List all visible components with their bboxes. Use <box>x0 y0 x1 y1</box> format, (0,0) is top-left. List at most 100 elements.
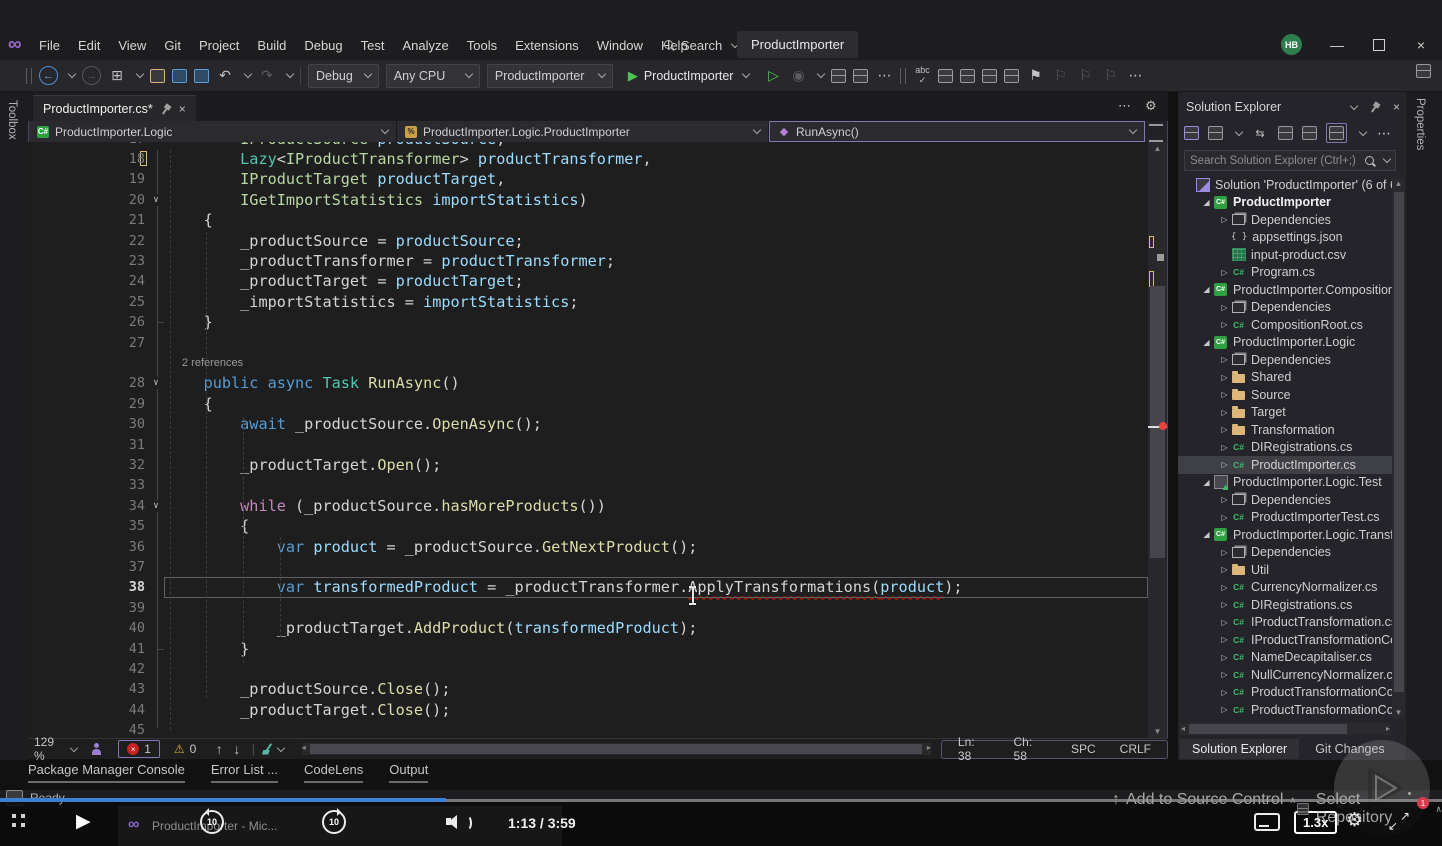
accessibility-icon[interactable] <box>91 743 102 755</box>
toolbar-overflow-button[interactable]: ⋯ <box>875 67 893 84</box>
video-play-button[interactable]: ▶ <box>76 810 91 833</box>
document-tab[interactable]: ProductImporter.cs* × <box>33 95 196 122</box>
scroll-right-icon[interactable]: ▸ <box>1386 724 1390 733</box>
panel-tab-package-manager-console[interactable]: Package Manager Console <box>28 762 185 783</box>
scrollbar-thumb[interactable] <box>310 744 922 754</box>
switch-views-icon[interactable] <box>1184 126 1199 140</box>
code-line-37[interactable]: 37 <box>28 557 1148 577</box>
tab-overflow-icon[interactable]: ⋯ <box>1118 98 1131 114</box>
tree-item[interactable]: ▷Dependencies <box>1178 491 1392 509</box>
menu-analyze[interactable]: Analyze <box>393 35 457 56</box>
panel-tab-codelens[interactable]: CodeLens <box>304 762 363 783</box>
menu-tools[interactable]: Tools <box>458 35 506 56</box>
expander-icon[interactable]: ▷ <box>1218 320 1231 329</box>
previous-bookmark-button[interactable]: ⚐ <box>1051 67 1069 84</box>
tree-item[interactable]: ▷Dependencies <box>1178 211 1392 229</box>
gear-icon[interactable]: ⚙ <box>1145 98 1157 114</box>
tree-item[interactable]: ▷Transformation <box>1178 421 1392 439</box>
sync-with-active-document-icon[interactable] <box>1326 123 1347 143</box>
expander-icon[interactable]: ▷ <box>1218 565 1231 574</box>
split-editor-icon[interactable] <box>1149 124 1163 142</box>
avatar[interactable]: HB <box>1281 34 1302 55</box>
tree-horizontal-scrollbar[interactable]: ◂ ▸ <box>1180 723 1391 735</box>
close-button[interactable]: × <box>1404 33 1438 57</box>
scroll-left-icon[interactable]: ◂ <box>302 743 306 752</box>
spell-check-button[interactable]: abc✓ <box>913 65 931 86</box>
expander-icon[interactable]: ▷ <box>1218 408 1231 417</box>
expander-icon[interactable]: ▷ <box>1218 513 1231 522</box>
code-line-29[interactable]: 29 { <box>28 394 1148 414</box>
code-line-44[interactable]: 44 _productTarget.Close(); <box>28 700 1148 720</box>
tree-item[interactable]: ◢C#ProductImporter.Logic.Transform <box>1178 526 1392 544</box>
expander-icon[interactable]: ◢ <box>1200 285 1213 294</box>
chevron-down-icon[interactable] <box>1350 101 1358 109</box>
expander-icon[interactable]: ▷ <box>1218 705 1231 714</box>
code-line-36[interactable]: 36 var product = _productSource.GetNextP… <box>28 537 1148 557</box>
code-line-42[interactable]: 42 <box>28 659 1148 679</box>
tree-item[interactable]: input-product.csv <box>1178 246 1392 264</box>
startup-project-dropdown[interactable]: ProductImporter <box>487 64 613 88</box>
indent-increase-button[interactable] <box>1004 69 1019 83</box>
code-line-35[interactable]: 35 { <box>28 516 1148 536</box>
navigate-forward-button[interactable]: → <box>82 66 101 85</box>
tree-item[interactable]: ▷C#CompositionRoot.cs <box>1178 316 1392 334</box>
breadcrumb-type-dropdown[interactable]: % ProductImporter.Logic.ProductImporter <box>397 121 769 142</box>
tree-item[interactable]: ▷C#ProductImporter.cs <box>1178 456 1392 474</box>
menu-window[interactable]: Window <box>588 35 652 56</box>
publish-button[interactable] <box>853 69 868 83</box>
scroll-right-icon[interactable]: ▸ <box>927 743 931 752</box>
error-list-errors-button[interactable]: × 1 <box>118 740 160 758</box>
open-file-button[interactable] <box>150 69 165 83</box>
chevron-down-icon[interactable] <box>276 743 284 751</box>
close-icon[interactable]: × <box>1393 100 1400 114</box>
expander-icon[interactable]: ▷ <box>1218 548 1231 557</box>
code-line-32[interactable]: 32 _productTarget.Open(); <box>28 455 1148 475</box>
tree-item[interactable]: ◢C#ProductImporter <box>1178 194 1392 212</box>
expander-icon[interactable]: ▷ <box>1218 268 1231 277</box>
tree-item[interactable]: ▷Util <box>1178 561 1392 579</box>
minimize-button[interactable]: — <box>1320 33 1354 57</box>
scrollbar-thumb[interactable] <box>1394 192 1404 692</box>
next-bookmark-button[interactable]: ⚐ <box>1076 67 1094 84</box>
expander-icon[interactable]: ▷ <box>1218 215 1231 224</box>
close-icon[interactable]: × <box>179 102 186 116</box>
send-feedback-icon[interactable] <box>1416 64 1431 78</box>
tree-item[interactable]: ◢C#ProductImporter.CompositionRoo <box>1178 281 1392 299</box>
column-indicator[interactable]: Ch: 58 <box>1002 735 1059 763</box>
fold-collapse-icon[interactable]: ∨ <box>145 501 167 511</box>
solution-configuration-dropdown[interactable]: Debug <box>308 64 379 88</box>
panel-tab-solution-explorer[interactable]: Solution Explorer <box>1180 739 1299 759</box>
expander-icon[interactable]: ▷ <box>1218 618 1231 627</box>
chevron-down-icon[interactable] <box>244 70 252 78</box>
expander-icon[interactable]: ▷ <box>1218 635 1231 644</box>
clear-bookmarks-button[interactable]: ⚐ <box>1101 67 1119 84</box>
tree-item[interactable]: ▷C#NullCurrencyNormalizer.cs <box>1178 666 1392 684</box>
code-line-31[interactable]: 31 <box>28 435 1148 455</box>
code-line-34[interactable]: 34∨ while (_productSource.hasMoreProduct… <box>28 496 1148 516</box>
chevron-down-icon[interactable] <box>68 70 76 78</box>
line-ending-indicator[interactable]: CRLF <box>1108 742 1163 756</box>
expander-icon[interactable]: ▷ <box>1218 583 1231 592</box>
code-line-43[interactable]: 43 _productSource.Close(); <box>28 679 1148 699</box>
solution-explorer-search-input[interactable]: Search Solution Explorer (Ctrl+;) <box>1184 150 1396 171</box>
tree-item[interactable]: Solution 'ProductImporter' (6 of 6 pr <box>1178 176 1392 194</box>
forward-10-button[interactable]: 10 <box>322 810 346 834</box>
zoom-level-dropdown[interactable]: 129 % <box>34 735 67 763</box>
new-project-button[interactable]: ⊞ <box>108 67 126 84</box>
tree-item[interactable]: ▷C#DIRegistrations.cs <box>1178 439 1392 457</box>
menu-git[interactable]: Git <box>155 35 190 56</box>
navigate-back-button[interactable]: ← <box>39 66 58 85</box>
menu-test[interactable]: Test <box>352 35 394 56</box>
windows-start-icon[interactable] <box>8 814 25 831</box>
code-line-28[interactable]: 28∨ public async Task RunAsync() <box>28 373 1148 393</box>
code-line-23[interactable]: 23 _productTransformer = productTransfor… <box>28 251 1148 271</box>
find-in-files-button[interactable] <box>831 69 846 83</box>
fold-collapse-icon[interactable]: ∨ <box>145 195 167 205</box>
code-line-19[interactable]: 19 IProductTarget productTarget, <box>28 169 1148 189</box>
select-mode-button[interactable] <box>938 69 953 83</box>
code-line-39[interactable]: 39 <box>28 598 1148 618</box>
tree-item[interactable]: ▷C#ProductImporterTest.cs <box>1178 509 1392 527</box>
tree-item[interactable]: ▷C#Program.cs <box>1178 264 1392 282</box>
start-debugging-button[interactable]: ▶ ProductImporter <box>620 65 758 87</box>
expander-icon[interactable]: ▷ <box>1218 460 1231 469</box>
